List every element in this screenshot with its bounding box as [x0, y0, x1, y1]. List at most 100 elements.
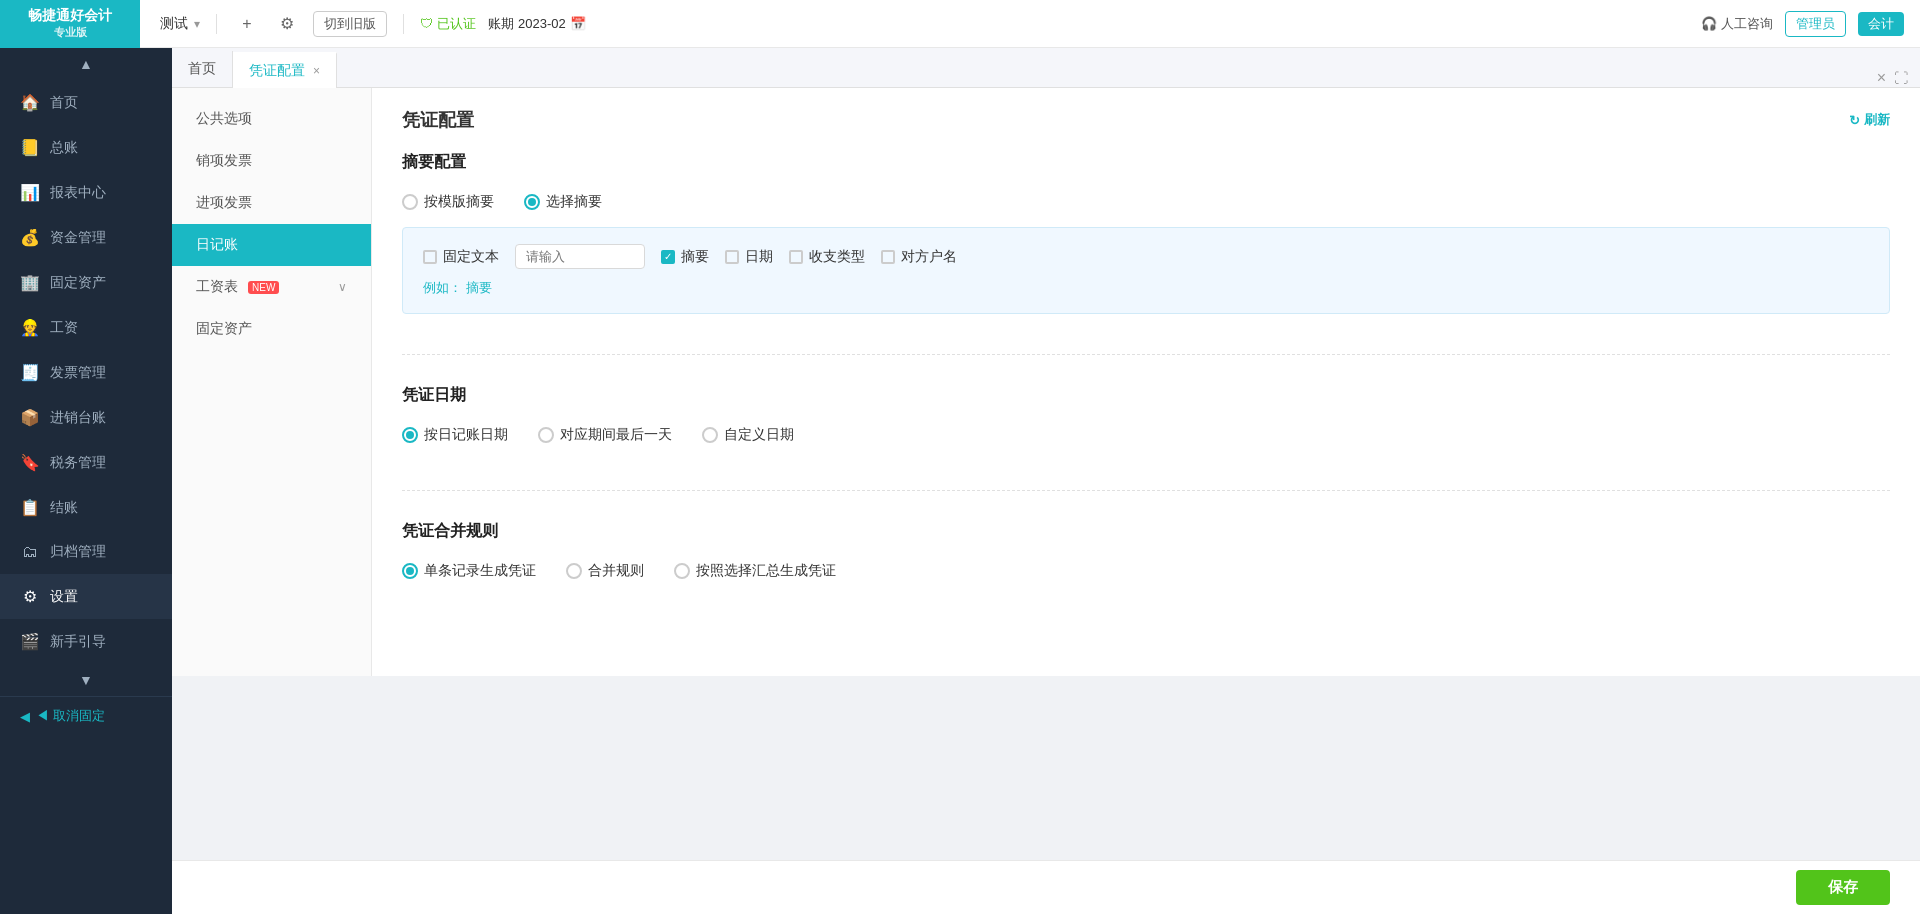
settings-nav-icon: ⚙ [20, 587, 40, 606]
tab-close-icon[interactable]: × [313, 64, 320, 78]
topbar-separator-2 [403, 14, 404, 34]
sidebar-label-ledger: 总账 [50, 139, 78, 157]
radio-journal-date[interactable]: 按日记账日期 [402, 426, 508, 444]
sidebar-item-ledger[interactable]: 📒 总账 [0, 125, 172, 170]
radio-template-summary[interactable]: 按模版摘要 [402, 193, 494, 211]
settings-icon[interactable]: ⚙ [273, 10, 301, 38]
left-nav-sales-invoice[interactable]: 销项发票 [172, 140, 371, 182]
tab-expand-icon[interactable]: ⛶ [1894, 70, 1908, 86]
checkbox-fixed-text-box [423, 250, 437, 264]
sidebar-item-payroll[interactable]: 👷 工资 [0, 305, 172, 350]
left-nav: 公共选项 销项发票 进项发票 日记账 工资表 NEW [172, 88, 372, 676]
shield-icon: 🛡 [420, 16, 433, 31]
sidebar-item-settings[interactable]: ⚙ 设置 [0, 574, 172, 619]
admin-button[interactable]: 管理员 [1785, 11, 1846, 37]
date-radio-group: 按日记账日期 对应期间最后一天 自定义日期 [402, 426, 1890, 444]
add-button[interactable]: + [233, 10, 261, 38]
sidebar-scroll-down[interactable]: ▼ [0, 664, 172, 696]
sidebar-label-archive: 归档管理 [50, 543, 106, 561]
left-nav-fixed-assets[interactable]: 固定资产 [172, 308, 371, 350]
checkbox-date[interactable]: 日期 [725, 248, 773, 266]
logo-sub-text: 专业版 [54, 25, 87, 40]
voucher-date-section: 凭证日期 按日记账日期 对应期间最后一天 [402, 385, 1890, 491]
date-section-title: 凭证日期 [402, 385, 1890, 406]
sidebar-scroll-up[interactable]: ▲ [0, 48, 172, 80]
sidebar-label-home: 首页 [50, 94, 78, 112]
merge-section-title: 凭证合并规则 [402, 521, 1890, 542]
radio-period-last[interactable]: 对应期间最后一天 [538, 426, 672, 444]
radio-single-record-circle [402, 563, 418, 579]
refresh-button[interactable]: ↻ 刷新 [1849, 111, 1890, 129]
left-nav-salary-table[interactable]: 工资表 NEW ∨ [172, 266, 371, 308]
chevron-down-icon: ∨ [338, 280, 347, 294]
radio-merge-rule[interactable]: 合并规则 [566, 562, 644, 580]
merge-rule-section: 凭证合并规则 单条记录生成凭证 合并规则 [402, 521, 1890, 626]
radio-period-last-circle [538, 427, 554, 443]
sidebar-item-invoices[interactable]: 🧾 发票管理 [0, 350, 172, 395]
sidebar-item-assets[interactable]: 🏢 固定资产 [0, 260, 172, 305]
sidebar-label-tax: 税务管理 [50, 454, 106, 472]
funds-icon: 💰 [20, 228, 40, 247]
checkbox-fixed-text[interactable]: 固定文本 [423, 248, 499, 266]
tax-icon: 🔖 [20, 453, 40, 472]
sidebar-item-closing[interactable]: 📋 结账 [0, 485, 172, 530]
sidebar: ▲ 🏠 首页 📒 总账 📊 报表中心 💰 资金管理 🏢 固定资产 👷 工资 🧾 … [0, 48, 172, 914]
cancel-fixed-button[interactable]: ◀ ◀ 取消固定 [0, 696, 172, 735]
sidebar-item-archive[interactable]: 🗂 归档管理 [0, 530, 172, 574]
right-content-panel: 凭证配置 ↻ 刷新 摘要配置 [372, 88, 1920, 676]
role-button[interactable]: 会计 [1858, 12, 1904, 36]
bottom-save-bar: 保存 [172, 860, 1920, 914]
checkbox-counterparty[interactable]: 对方户名 [881, 248, 957, 266]
tab-voucher-config[interactable]: 凭证配置 × [233, 52, 337, 88]
payroll-icon: 👷 [20, 318, 40, 337]
sidebar-item-tax[interactable]: 🔖 税务管理 [0, 440, 172, 485]
checkbox-summary-box [661, 250, 675, 264]
radio-select-circle [524, 194, 540, 210]
sidebar-label-invoices: 发票管理 [50, 364, 106, 382]
left-nav-public[interactable]: 公共选项 [172, 98, 371, 140]
radio-journal-date-circle [402, 427, 418, 443]
company-dropdown-icon[interactable]: ▾ [194, 17, 200, 31]
page-scroll-inner: 公共选项 销项发票 进项发票 日记账 工资表 NEW [172, 88, 1920, 860]
sidebar-item-reports[interactable]: 📊 报表中心 [0, 170, 172, 215]
sidebar-label-sales: 进销台账 [50, 409, 106, 427]
checkbox-counterparty-box [881, 250, 895, 264]
tabs-bar: 首页 凭证配置 × × ⛶ [172, 48, 1920, 88]
sidebar-item-home[interactable]: 🏠 首页 [0, 80, 172, 125]
checkbox-payment-type-box [789, 250, 803, 264]
sidebar-item-guide[interactable]: 🎬 新手引导 [0, 619, 172, 664]
fixed-text-input[interactable] [515, 244, 645, 269]
checkbox-summary[interactable]: 摘要 [661, 248, 709, 266]
sidebar-item-sales[interactable]: 📦 进销台账 [0, 395, 172, 440]
sidebar-label-guide: 新手引导 [50, 633, 106, 651]
checkbox-date-box [725, 250, 739, 264]
left-nav-purchase-invoice[interactable]: 进项发票 [172, 182, 371, 224]
tab-close-window-icon[interactable]: × [1877, 69, 1886, 87]
left-nav-journal[interactable]: 日记账 [172, 224, 371, 266]
sidebar-label-closing: 结账 [50, 499, 78, 517]
summary-options-row: 固定文本 摘要 日期 [423, 244, 1869, 269]
tab-home-label: 首页 [188, 60, 216, 78]
app-logo: 畅捷通好会计 专业版 [0, 0, 140, 48]
radio-select-summary[interactable]: 选择摘要 [524, 193, 602, 211]
archive-icon: 🗂 [20, 543, 40, 561]
sales-icon: 📦 [20, 408, 40, 427]
radio-custom-date[interactable]: 自定义日期 [702, 426, 794, 444]
sidebar-item-funds[interactable]: 💰 资金管理 [0, 215, 172, 260]
guide-icon: 🎬 [20, 632, 40, 651]
old-version-button[interactable]: 切到旧版 [313, 11, 387, 37]
radio-single-record[interactable]: 单条记录生成凭证 [402, 562, 536, 580]
radio-custom-date-circle [702, 427, 718, 443]
checkbox-payment-type[interactable]: 收支类型 [789, 248, 865, 266]
tab-home[interactable]: 首页 [172, 51, 233, 87]
calendar-icon[interactable]: 📅 [570, 16, 586, 31]
radio-select-merge[interactable]: 按照选择汇总生成凭证 [674, 562, 836, 580]
cancel-fixed-label: ◀ 取消固定 [36, 707, 105, 725]
reports-icon: 📊 [20, 183, 40, 202]
certified-badge: 🛡 已认证 [420, 15, 476, 33]
company-name[interactable]: 测试 ▾ [160, 15, 200, 33]
sidebar-label-funds: 资金管理 [50, 229, 106, 247]
save-button[interactable]: 保存 [1796, 870, 1890, 905]
invoices-icon: 🧾 [20, 363, 40, 382]
consult-button[interactable]: 🎧 人工咨询 [1701, 15, 1773, 33]
